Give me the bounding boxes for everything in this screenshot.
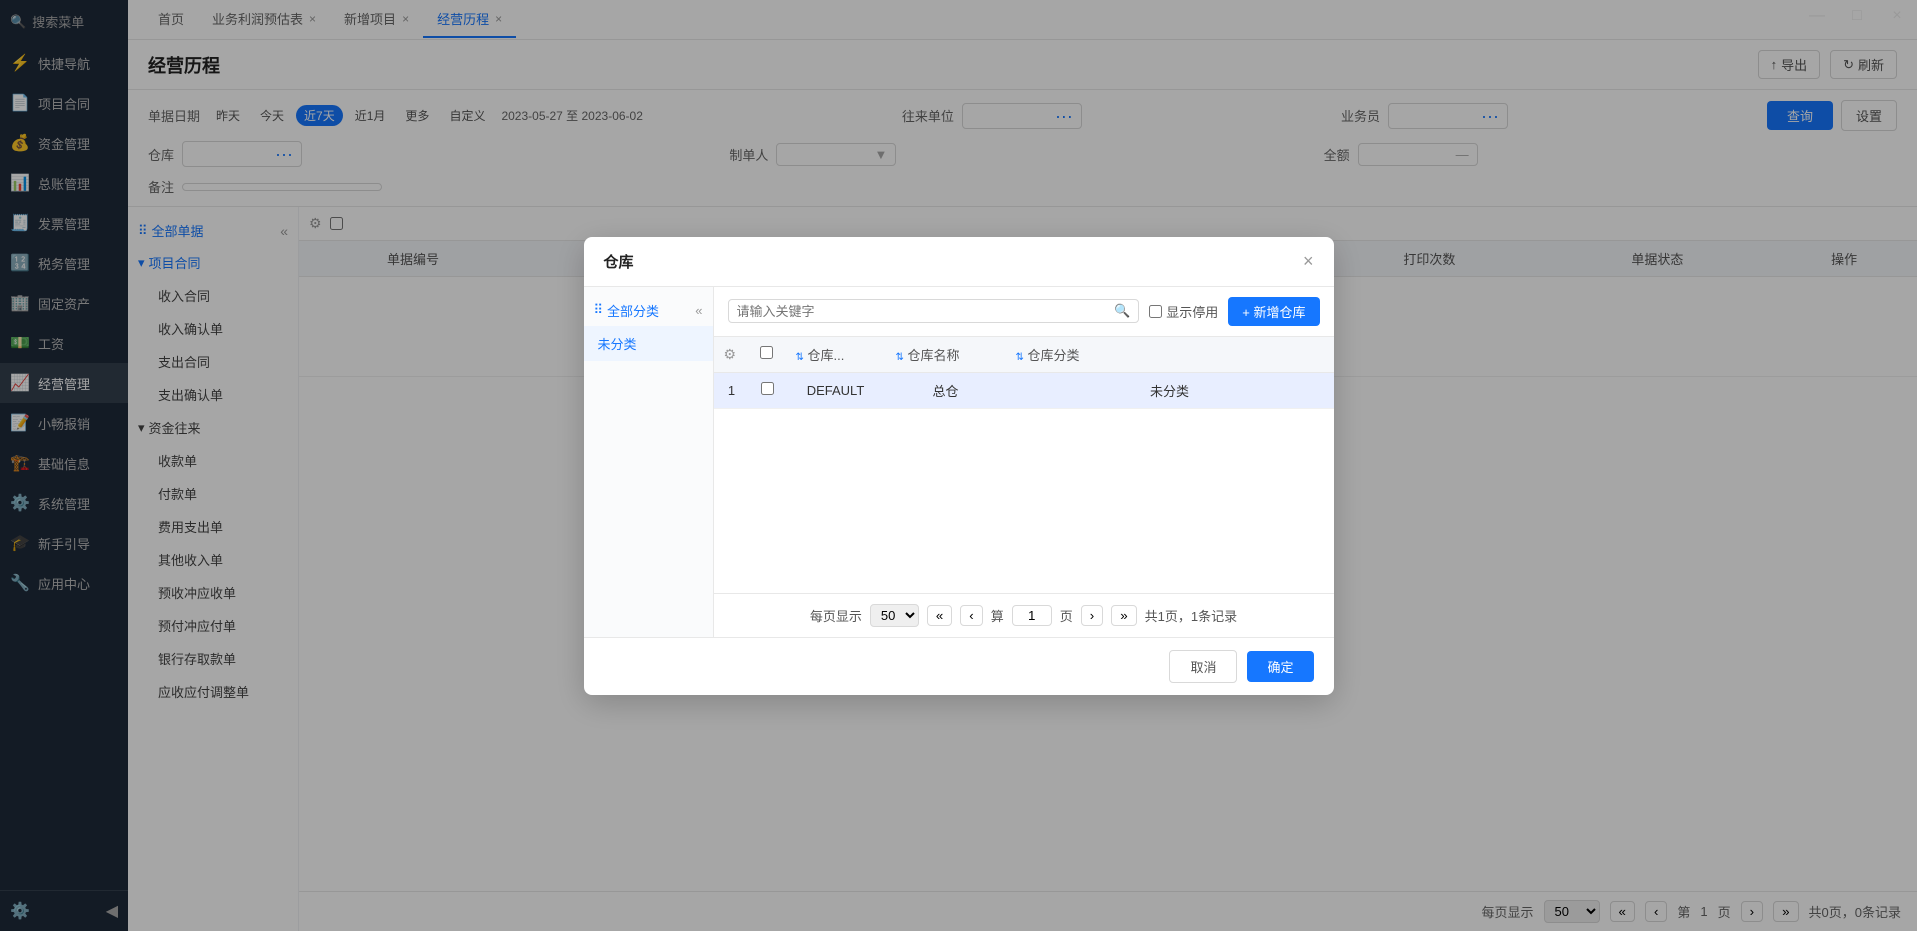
sort-icon-name[interactable]: ⇅	[896, 352, 904, 363]
table-settings-icon[interactable]: ⚙	[724, 346, 737, 362]
confirm-button[interactable]: 确定	[1247, 651, 1313, 682]
dialog-header: 仓库 ×	[584, 237, 1334, 287]
show-disabled-label: 显示停用	[1166, 302, 1218, 321]
dialog-next-page[interactable]: ›	[1081, 605, 1103, 626]
minimize-button[interactable]: —	[1797, 0, 1837, 32]
window-controls: — □ ×	[1797, 0, 1917, 32]
modal-overlay: 仓库 × ⠿ 全部分类 « 未分类	[0, 0, 1917, 931]
dialog-right-panel: 🔍 显示停用 + 新增仓库 ⚙	[714, 287, 1334, 637]
sort-icon-code[interactable]: ⇅	[796, 352, 804, 363]
sort-icon-cat[interactable]: ⇅	[1016, 352, 1024, 363]
col-warehouse-cat: ⇅ 仓库分类	[1006, 337, 1334, 373]
dialog-prev-page[interactable]: ‹	[960, 605, 982, 626]
dialog-title: 仓库	[604, 251, 634, 272]
row-code: DEFAULT	[786, 372, 886, 408]
table-row[interactable]: 1 DEFAULT 总仓 未分类	[714, 372, 1334, 408]
row-index: 1	[714, 372, 750, 408]
dialog-left-title: ⠿ 全部分类	[594, 301, 660, 320]
row-checkbox-cell	[750, 372, 786, 408]
dialog-body: ⠿ 全部分类 « 未分类 🔍 显	[584, 287, 1334, 637]
show-disabled-checkbox-label[interactable]: 显示停用	[1149, 302, 1218, 321]
search-icon-dialog: 🔍	[1114, 303, 1130, 319]
warehouse-dialog: 仓库 × ⠿ 全部分类 « 未分类	[584, 237, 1334, 695]
dialog-toolbar: 🔍 显示停用 + 新增仓库	[714, 287, 1334, 337]
dialog-close-button[interactable]: ×	[1303, 251, 1314, 272]
dialog-page-input[interactable]	[1012, 605, 1052, 626]
col-warehouse-name: ⇅ 仓库名称	[886, 337, 1006, 373]
show-disabled-checkbox[interactable]	[1149, 305, 1162, 318]
dialog-page-size-select[interactable]: 50	[870, 604, 919, 627]
dialog-table-area: ⚙ ⇅ 仓库... ⇅	[714, 337, 1334, 593]
dialog-page-size-label: 每页显示	[810, 606, 862, 625]
dialog-left-header: ⠿ 全部分类 «	[584, 295, 713, 326]
dialog-left-panel: ⠿ 全部分类 « 未分类	[584, 287, 714, 637]
category-unclassified[interactable]: 未分类	[584, 326, 713, 361]
dialog-first-page[interactable]: «	[927, 605, 952, 626]
dialog-left-title-text: 全部分类	[607, 301, 659, 320]
grid-icon-dialog: ⠿	[594, 302, 604, 318]
cancel-button[interactable]: 取消	[1169, 650, 1237, 683]
row-category: 未分类	[1006, 372, 1334, 408]
col-check-all	[750, 337, 786, 373]
col-settings: ⚙	[714, 337, 750, 373]
collapse-dialog-left-button[interactable]: «	[695, 303, 702, 318]
warehouse-select-all[interactable]	[760, 346, 773, 359]
maximize-button[interactable]: □	[1837, 0, 1877, 32]
dialog-search-box: 🔍	[728, 299, 1140, 323]
row-name: 总仓	[886, 372, 1006, 408]
add-warehouse-button[interactable]: + 新增仓库	[1228, 297, 1319, 326]
dialog-page-suffix: 页	[1060, 606, 1073, 625]
col-warehouse-code: ⇅ 仓库...	[786, 337, 886, 373]
dialog-footer: 取消 确定	[584, 637, 1334, 695]
dialog-categories: 未分类	[584, 326, 713, 361]
dialog-page-prefix: 算	[991, 606, 1004, 625]
close-window-button[interactable]: ×	[1877, 0, 1917, 32]
warehouse-table: ⚙ ⇅ 仓库... ⇅	[714, 337, 1334, 409]
dialog-search-input[interactable]	[737, 304, 1111, 319]
row-checkbox[interactable]	[761, 382, 774, 395]
dialog-total-text: 共1页，1条记录	[1145, 606, 1237, 625]
dialog-last-page[interactable]: »	[1111, 605, 1136, 626]
dialog-pagination: 每页显示 50 « ‹ 算 页 › » 共1页，1条记录	[714, 593, 1334, 637]
